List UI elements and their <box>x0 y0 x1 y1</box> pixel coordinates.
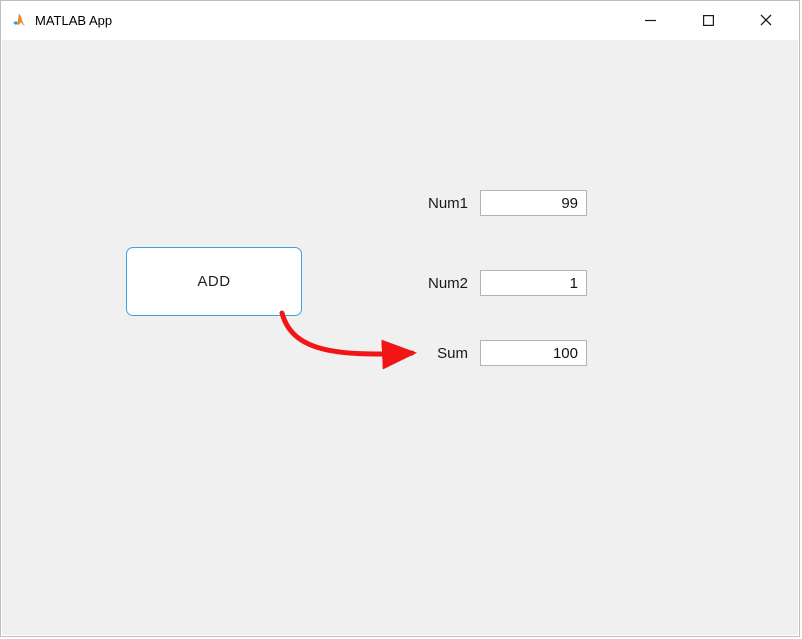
num1-row: Num1 <box>408 190 587 216</box>
add-button[interactable]: ADD <box>126 247 302 316</box>
close-button[interactable] <box>737 1 795 39</box>
num1-input[interactable] <box>480 190 587 216</box>
app-window: MATLAB App ADD Num1 Num2 Sum <box>0 0 800 637</box>
num2-row: Num2 <box>408 270 587 296</box>
titlebar: MATLAB App <box>1 1 799 39</box>
app-content: ADD Num1 Num2 Sum <box>2 40 798 635</box>
sum-label: Sum <box>408 345 468 362</box>
num1-label: Num1 <box>408 195 468 212</box>
window-controls <box>621 1 795 39</box>
minimize-button[interactable] <box>621 1 679 39</box>
window-title: MATLAB App <box>35 13 621 28</box>
maximize-button[interactable] <box>679 1 737 39</box>
num2-label: Num2 <box>408 275 468 292</box>
sum-row: Sum <box>408 340 587 366</box>
num2-input[interactable] <box>480 270 587 296</box>
sum-input[interactable] <box>480 340 587 366</box>
matlab-icon <box>11 12 27 28</box>
